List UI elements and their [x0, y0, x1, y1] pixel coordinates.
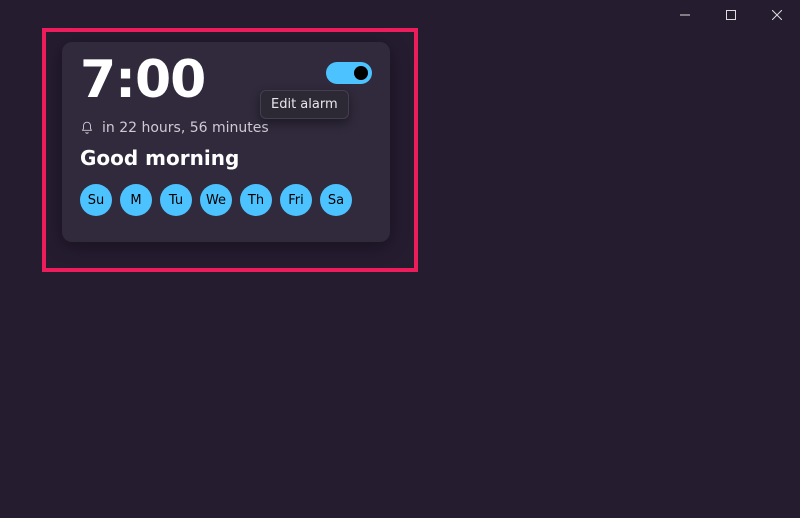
alarm-name: Good morning	[80, 146, 372, 170]
maximize-icon	[726, 10, 736, 20]
toggle-knob	[354, 66, 368, 80]
alarm-time: 7:00	[80, 54, 205, 106]
window-controls	[662, 0, 800, 30]
day-chip-th[interactable]: Th	[240, 184, 272, 216]
countdown-row: in 22 hours, 56 minutes	[80, 120, 372, 136]
day-chip-m[interactable]: M	[120, 184, 152, 216]
close-icon	[772, 10, 782, 20]
close-button[interactable]	[754, 0, 800, 30]
alarm-toggle[interactable]	[326, 62, 372, 84]
maximize-button[interactable]	[708, 0, 754, 30]
tooltip-edit-alarm: Edit alarm	[260, 90, 349, 119]
countdown-text: in 22 hours, 56 minutes	[102, 120, 269, 136]
days-row: Su M Tu We Th Fri Sa	[80, 184, 372, 216]
alarm-card[interactable]: 7:00 in 22 hours, 56 minutes Good mornin…	[62, 42, 390, 242]
bell-icon	[80, 121, 94, 135]
minimize-icon	[680, 10, 690, 20]
day-chip-su[interactable]: Su	[80, 184, 112, 216]
day-chip-we[interactable]: We	[200, 184, 232, 216]
day-chip-tu[interactable]: Tu	[160, 184, 192, 216]
minimize-button[interactable]	[662, 0, 708, 30]
day-chip-sa[interactable]: Sa	[320, 184, 352, 216]
day-chip-fr[interactable]: Fri	[280, 184, 312, 216]
